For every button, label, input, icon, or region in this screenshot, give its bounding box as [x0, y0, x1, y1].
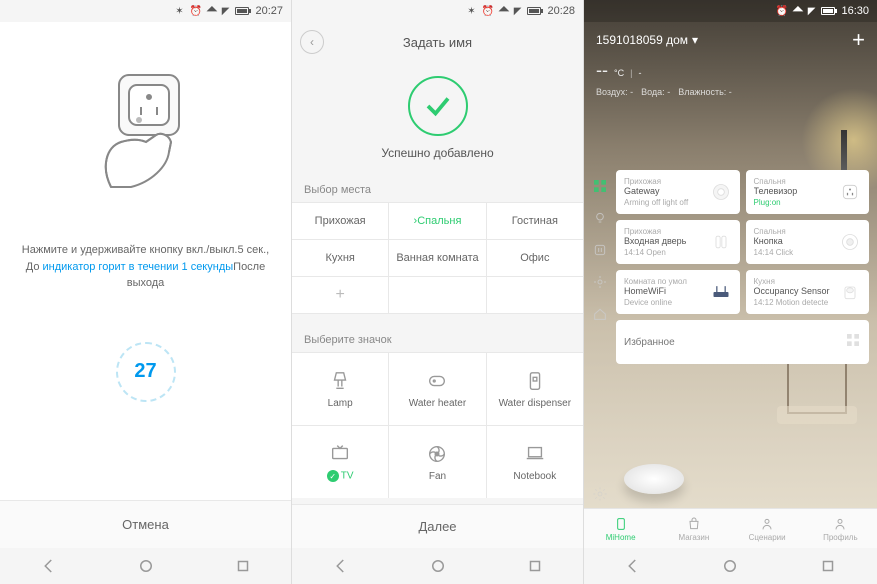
icon-grid: Lamp Water heater Water dispenser ✓TV Fa…: [292, 352, 583, 498]
gateway-icon: [710, 181, 732, 203]
countdown-timer: 27: [116, 342, 176, 402]
icon-option-lamp[interactable]: Lamp: [292, 353, 388, 425]
plug-icon: [839, 181, 861, 203]
cancel-button[interactable]: Отмена: [0, 500, 291, 548]
button-icon: [839, 231, 861, 253]
icon-option-notebook[interactable]: Notebook: [487, 426, 583, 498]
grid-icon: [845, 332, 861, 353]
device-card-tv-plug[interactable]: Спальня Телевизор Plug:on: [746, 170, 870, 214]
signal-icon: [514, 5, 522, 17]
android-navbar: [0, 548, 291, 584]
room-option[interactable]: Кухня: [292, 240, 388, 276]
screen-name-device: 20:28 ‹ Задать имя Успешно добавлено Выб…: [292, 0, 584, 584]
alarm-icon: [482, 5, 494, 17]
weather-panel: -- °C | - Воздух: - Вода: - Влажность: -: [596, 60, 865, 97]
wifi-icon: [500, 5, 508, 17]
icon-option-fan[interactable]: Fan: [389, 426, 485, 498]
bluetooth-icon: [175, 5, 183, 17]
rail-home-icon[interactable]: [592, 306, 608, 322]
room-grid: Прихожая Спальня Гостиная Кухня Ванная к…: [292, 202, 583, 314]
tab-store[interactable]: Магазин: [657, 509, 730, 548]
battery-icon: [235, 7, 249, 15]
category-rail: [584, 170, 616, 508]
check-icon: ✓: [327, 470, 339, 482]
plug-illustration: [56, 42, 236, 222]
status-bar: 16:30: [584, 0, 877, 22]
device-card-motion[interactable]: Кухня Occupancy Sensor 14:12 Motion dete…: [746, 270, 870, 314]
add-device-button[interactable]: +: [852, 27, 865, 53]
bottom-tabs: MiHome Магазин Сценарии Профиль: [584, 508, 877, 548]
tab-scenes[interactable]: Сценарии: [731, 509, 804, 548]
settings-icon[interactable]: [592, 486, 608, 502]
icon-section-label: Выберите значок: [292, 328, 583, 352]
battery-icon: [527, 7, 541, 15]
icon-option-water-dispenser[interactable]: Water dispenser: [487, 353, 583, 425]
android-navbar: [292, 548, 583, 584]
nav-back-icon[interactable]: [37, 554, 61, 578]
rail-light-icon[interactable]: [592, 210, 608, 226]
nav-home-icon[interactable]: [134, 554, 158, 578]
room-option-selected[interactable]: Спальня: [389, 203, 485, 239]
nav-back-icon[interactable]: [329, 554, 353, 578]
rail-sensor-icon[interactable]: [592, 274, 608, 290]
temperature-unit: °C: [614, 68, 624, 78]
wifi-icon: [208, 5, 216, 17]
temperature-value: --: [596, 60, 608, 81]
bluetooth-icon: [467, 5, 475, 17]
home-header: 1591018059 дом ▾ +: [584, 22, 877, 58]
router-icon: [710, 281, 732, 303]
signal-icon: [222, 5, 230, 17]
battery-icon: [821, 7, 835, 15]
rail-grid-icon[interactable]: [592, 178, 608, 194]
nav-recent-icon[interactable]: [816, 554, 840, 578]
nav-back-icon[interactable]: [621, 554, 645, 578]
android-navbar: [584, 548, 877, 584]
room-option[interactable]: Офис: [487, 240, 583, 276]
clock: 20:28: [547, 5, 575, 17]
room-section-label: Выбор места: [292, 178, 583, 202]
alarm-icon: [190, 5, 202, 17]
room-option[interactable]: Прихожая: [292, 203, 388, 239]
icon-option-water-heater[interactable]: Water heater: [389, 353, 485, 425]
screen-home-dashboard: 16:30 1591018059 дом ▾ + -- °C | - Возду…: [584, 0, 877, 584]
nav-home-icon[interactable]: [426, 554, 450, 578]
screen-pairing: 20:27 Нажмите и у: [0, 0, 292, 584]
chevron-down-icon: ▾: [692, 33, 698, 47]
page-title: Задать имя: [403, 35, 472, 50]
device-card-gateway[interactable]: Прихожая Gateway Arming off light off: [616, 170, 740, 214]
add-room-button[interactable]: +: [292, 277, 388, 313]
clock: 20:27: [255, 5, 283, 17]
tab-mihome[interactable]: MiHome: [584, 509, 657, 548]
device-card-button[interactable]: Спальня Кнопка 14:14 Click: [746, 220, 870, 264]
pairing-instruction: Нажмите и удерживайте кнопку вкл./выкл.5…: [0, 242, 291, 292]
motion-sensor-icon: [839, 281, 861, 303]
success-icon: [408, 76, 468, 136]
status-bar: 20:27: [0, 0, 291, 22]
indicator-link[interactable]: индикатор горит в течении 1 секунды: [43, 261, 234, 273]
next-button[interactable]: Далее: [292, 504, 583, 548]
home-selector[interactable]: 1591018059 дом ▾: [596, 33, 698, 47]
header: ‹ Задать имя: [292, 22, 583, 62]
clock: 16:30: [841, 5, 869, 17]
device-card-router[interactable]: Комната по умол HomeWiFi Device online: [616, 270, 740, 314]
nav-home-icon[interactable]: [718, 554, 742, 578]
device-card-door[interactable]: Прихожая Входная дверь 14:14 Open: [616, 220, 740, 264]
status-bar: 20:28: [292, 0, 583, 22]
location: -: [638, 68, 641, 78]
rail-outlet-icon[interactable]: [592, 242, 608, 258]
alarm-icon: [776, 5, 788, 17]
nav-recent-icon[interactable]: [231, 554, 255, 578]
door-sensor-icon: [710, 231, 732, 253]
device-cards: Прихожая Gateway Arming off light off Сп…: [616, 170, 877, 508]
icon-option-tv-selected[interactable]: ✓TV: [292, 426, 388, 498]
nav-recent-icon[interactable]: [523, 554, 547, 578]
wifi-icon: [794, 5, 802, 17]
favorites-card[interactable]: Избранное: [616, 320, 869, 364]
back-button[interactable]: ‹: [300, 30, 324, 54]
success-message: Успешно добавлено: [292, 146, 583, 160]
signal-icon: [808, 5, 816, 17]
tab-profile[interactable]: Профиль: [804, 509, 877, 548]
room-option[interactable]: Гостиная: [487, 203, 583, 239]
room-option[interactable]: Ванная комната: [389, 240, 485, 276]
